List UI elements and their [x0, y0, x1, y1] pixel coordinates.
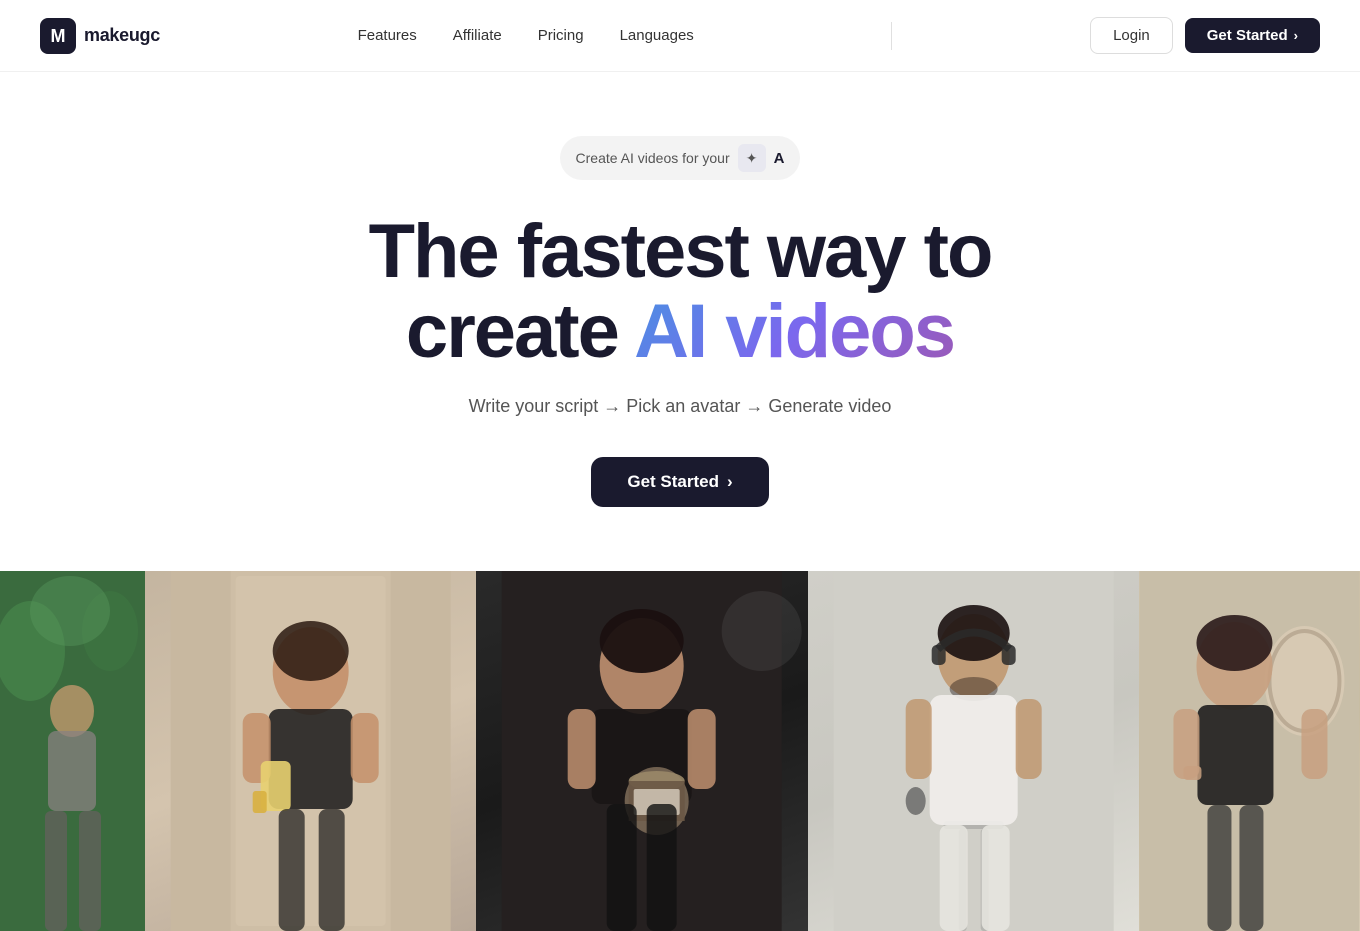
hero-title-line2-plain: create	[406, 289, 634, 374]
person-silhouette-3	[476, 571, 807, 931]
nav-links: Features Affiliate Pricing Languages	[358, 27, 694, 44]
navbar-brand: M makeugc	[40, 18, 160, 54]
video-card-3	[476, 571, 807, 931]
login-button[interactable]: Login	[1090, 17, 1173, 54]
badge-text: Create AI videos for your	[576, 150, 730, 166]
nav-languages[interactable]: Languages	[620, 27, 694, 44]
video-card-2	[145, 571, 476, 931]
brand-name: makeugc	[84, 25, 160, 46]
person-silhouette-4	[808, 571, 1139, 931]
video-card-2-content	[145, 571, 476, 931]
video-card-4-content	[808, 571, 1139, 931]
sparkle-icon: ✦	[738, 144, 766, 172]
hero-cta-label: Get Started	[627, 472, 719, 492]
nav-pricing[interactable]: Pricing	[538, 27, 584, 44]
hero-title-line1: The fastest way to	[369, 209, 992, 294]
nav-affiliate[interactable]: Affiliate	[453, 27, 502, 44]
hero-title: The fastest way to create AI videos	[369, 212, 992, 372]
hero-badge: Create AI videos for your ✦ A	[560, 136, 801, 180]
navbar: M makeugc Features Affiliate Pricing Lan…	[0, 0, 1360, 72]
navbar-divider	[891, 22, 892, 50]
hero-subtitle: Write your script → Pick an avatar → Gen…	[469, 396, 892, 417]
video-card-4	[808, 571, 1139, 931]
video-card-5-content	[1139, 571, 1360, 931]
get-started-nav-label: Get Started	[1207, 27, 1288, 44]
person-silhouette-5	[1139, 571, 1360, 931]
hero-cta-arrow: ›	[727, 472, 733, 492]
get-started-button-nav[interactable]: Get Started ›	[1185, 18, 1320, 53]
hero-title-gradient: AI videos	[634, 289, 954, 374]
video-card-3-content	[476, 571, 807, 931]
chevron-right-icon: ›	[1294, 28, 1298, 43]
nav-features[interactable]: Features	[358, 27, 417, 44]
hero-section: Create AI videos for your ✦ A The fastes…	[0, 72, 1360, 559]
navbar-actions: Login Get Started ›	[1090, 17, 1320, 54]
video-card-1-content	[0, 571, 145, 931]
person-silhouette-1	[0, 571, 145, 931]
get-started-button-hero[interactable]: Get Started ›	[591, 457, 768, 507]
logo-letter: M	[51, 27, 66, 45]
video-card-5	[1139, 571, 1360, 931]
badge-icon-symbol: ✦	[746, 150, 758, 167]
logo-icon: M	[40, 18, 76, 54]
video-strip	[0, 571, 1360, 931]
badge-letter: A	[774, 150, 785, 167]
video-card-1	[0, 571, 145, 931]
person-silhouette-2	[145, 571, 476, 931]
